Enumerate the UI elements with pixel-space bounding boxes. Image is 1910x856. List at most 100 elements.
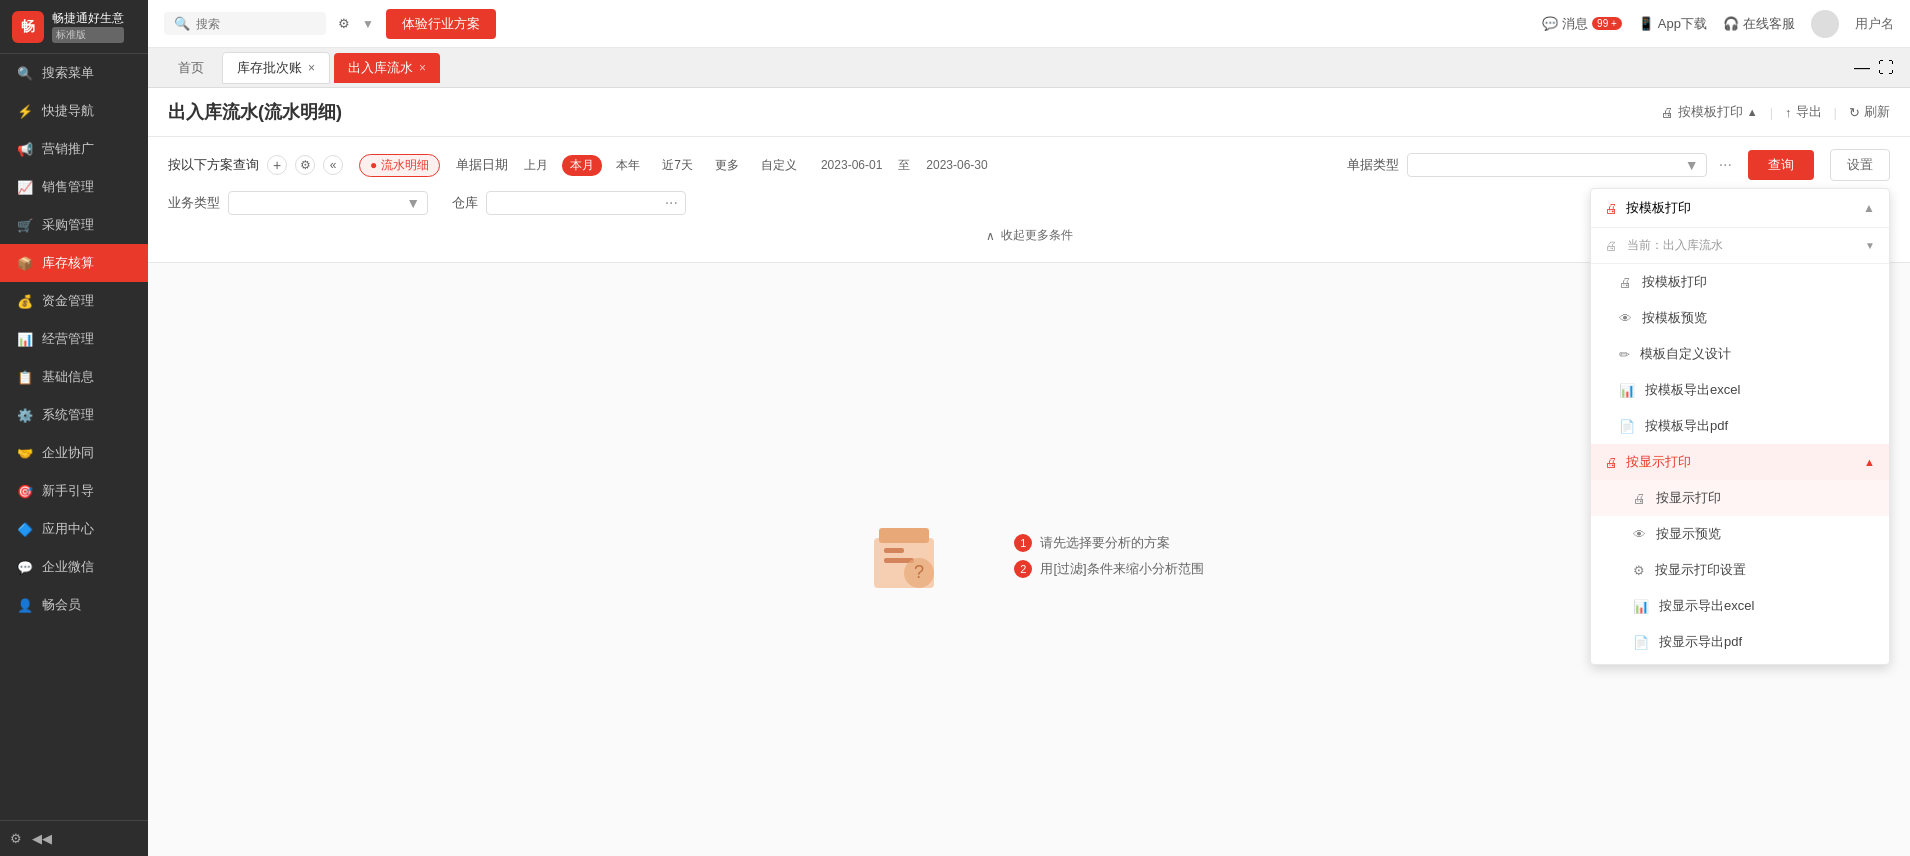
date-tab-this-year[interactable]: 本年 [608,155,648,176]
main-content: 🔍 ⚙ ▼ 体验行业方案 💬 消息 99 + 📱 App下载 🎧 在线客服 用户… [148,0,1910,856]
date-range-start: 2023-06-01 [821,158,882,172]
print-template-btn[interactable]: 🖨 按模板打印 ▲ [1661,103,1758,121]
empty-icon: ? [854,508,954,611]
gear-icon: ⚙️ [16,406,34,424]
sidebar-item-member[interactable]: 👤 畅会员 [0,586,148,624]
date-label: 单据日期 [456,156,508,174]
dropdown-section-display-print[interactable]: 🖨 按显示打印 ▲ [1591,444,1889,480]
topbar-dropdown-icon[interactable]: ▼ [362,17,374,31]
business-type-dropdown-icon[interactable]: ▼ [406,195,420,211]
doc-type-label: 单据类型 [1347,156,1399,174]
page-title: 出入库流水(流水明细) [168,100,342,124]
target-icon: 🎯 [16,482,34,500]
pdf-icon-1: 📄 [1619,419,1635,434]
filter-settings-action-btn[interactable]: 设置 [1830,149,1890,181]
doc-type-input[interactable] [1407,153,1707,177]
dropdown-item-template-preview[interactable]: 👁 按模板预览 [1591,300,1889,336]
tab-batch-account[interactable]: 库存批次账 × [222,52,330,84]
dropdown-close-arrow[interactable]: ▲ [1863,201,1875,215]
export-btn[interactable]: ↑ 导出 [1785,103,1822,121]
sidebar-item-system[interactable]: ⚙️ 系统管理 [0,396,148,434]
filter-collapse-btn[interactable]: « [323,155,343,175]
refresh-btn[interactable]: ↻ 刷新 [1849,103,1890,121]
dropdown-item-template-excel[interactable]: 📊 按模板导出excel [1591,372,1889,408]
filter-settings-btn[interactable]: ⚙ [295,155,315,175]
date-tab-this-month[interactable]: 本月 [562,155,602,176]
online-service-btn[interactable]: 🎧 在线客服 [1723,15,1795,33]
doc-type-more-icon[interactable]: ··· [1719,156,1732,174]
empty-step-1: 1 请先选择要分析的方案 [1014,534,1203,552]
minimize-window-btn[interactable]: — [1854,59,1870,77]
preview-icon-2: 👁 [1633,527,1646,542]
dropdown-item-template-pdf[interactable]: 📄 按模板导出pdf [1591,408,1889,444]
topbar-right: 💬 消息 99 + 📱 App下载 🎧 在线客服 用户名 [1542,10,1894,38]
sidebar-item-guide[interactable]: 🎯 新手引导 [0,472,148,510]
page-actions: 🖨 按模板打印 ▲ | ↑ 导出 | ↻ 刷新 [1661,103,1890,121]
sidebar-item-basic[interactable]: 📋 基础信息 [0,358,148,396]
date-tab-custom[interactable]: 自定义 [753,155,805,176]
filter-row-1: 按以下方案查询 + ⚙ « ● 流水明细 单据日期 上月 本月 本年 [168,149,1890,181]
messages-btn[interactable]: 💬 消息 99 + [1542,15,1622,33]
money-icon: 💰 [16,292,34,310]
collapse-icon[interactable]: ◀◀ [32,831,52,846]
dropdown-item-display-excel[interactable]: 📊 按显示导出excel [1591,588,1889,624]
date-tab-7days[interactable]: 近7天 [654,155,701,176]
sidebar-item-purchase[interactable]: 🛒 采购管理 [0,206,148,244]
tab-home[interactable]: 首页 [164,53,218,83]
date-filter-field: 单据日期 上月 本月 本年 近7天 更多 自定义 2023-06-01 至 20… [456,155,987,176]
app-download-btn[interactable]: 📱 App下载 [1638,15,1707,33]
tab-inout-flow[interactable]: 出入库流水 × [334,53,440,83]
chart-icon: 📈 [16,178,34,196]
sidebar-item-sales[interactable]: 📈 销售管理 [0,168,148,206]
handshake-icon: 🤝 [16,444,34,462]
user-avatar[interactable] [1811,10,1839,38]
settings-bottom-icon[interactable]: ⚙ [10,831,22,846]
dropdown-item-display-pdf[interactable]: 📄 按显示导出pdf [1591,624,1889,660]
warehouse-more-icon[interactable]: ··· [665,194,678,212]
pdf-icon-2: 📄 [1633,635,1649,650]
dropdown-item-display-print[interactable]: 🖨 按显示打印 [1591,480,1889,516]
excel-icon-2: 📊 [1633,599,1649,614]
close-tab-inout[interactable]: × [419,61,426,75]
diamond-icon: 🔷 [16,520,34,538]
tab-bar: 首页 库存批次账 × 出入库流水 × — ⛶ [148,48,1910,88]
topbar-settings-icon[interactable]: ⚙ [338,16,350,31]
industry-btn[interactable]: 体验行业方案 [386,9,496,39]
sidebar-item-quick-nav[interactable]: ⚡ 快捷导航 [0,92,148,130]
print-dropdown-panel: 🖨 按模板打印 ▲ 🖨 当前：出入库流水 ▼ 🖨 按模板打印 👁 [1590,188,1890,665]
sidebar-item-finance[interactable]: 💰 资金管理 [0,282,148,320]
sidebar-item-wechat[interactable]: 💬 企业微信 [0,548,148,586]
dropdown-item-display-preview[interactable]: 👁 按显示预览 [1591,516,1889,552]
refresh-icon: ↻ [1849,105,1860,120]
sidebar-item-search[interactable]: 🔍 搜索菜单 [0,54,148,92]
warehouse-input[interactable] [486,191,686,215]
current-arrow: ▼ [1865,240,1875,251]
dropdown-item-template-print[interactable]: 🖨 按模板打印 [1591,264,1889,300]
dropdown-item-display-settings[interactable]: ⚙ 按显示打印设置 [1591,552,1889,588]
query-btn[interactable]: 查询 [1748,150,1814,180]
chat-icon: 💬 [16,558,34,576]
date-tab-last-month[interactable]: 上月 [516,155,556,176]
dropdown-item-template-custom[interactable]: ✏ 模板自定义设计 [1591,336,1889,372]
chevron-up-collapse-icon: ∧ [986,229,995,243]
doc-type-dropdown-icon[interactable]: ▼ [1685,157,1699,173]
sidebar-item-marketing[interactable]: 📢 营销推广 [0,130,148,168]
add-filter-btn[interactable]: + [267,155,287,175]
sidebar-item-cooperation[interactable]: 🤝 企业协同 [0,434,148,472]
close-tab-batch[interactable]: × [308,61,315,75]
sidebar-item-inventory[interactable]: 📦 库存核算 [0,244,148,282]
search-input[interactable] [196,17,316,31]
search-icon-top: 🔍 [174,16,190,31]
search-box[interactable]: 🔍 [164,12,326,35]
sidebar-item-apps[interactable]: 🔷 应用中心 [0,510,148,548]
warehouse-label: 仓库 [452,194,478,212]
sidebar-nav: 🔍 搜索菜单 ⚡ 快捷导航 📢 营销推广 📈 销售管理 🛒 采购管理 📦 库存核… [0,54,148,820]
business-type-input[interactable] [228,191,428,215]
maximize-window-btn[interactable]: ⛶ [1878,59,1894,77]
preview-icon-1: 👁 [1619,311,1632,326]
export-icon: ↑ [1785,105,1792,120]
sidebar: 畅 畅捷通好生意 标准版 🔍 搜索菜单 ⚡ 快捷导航 📢 营销推广 📈 销售管理… [0,0,148,856]
filter-tag-shuimingxi[interactable]: ● 流水明细 [359,154,440,177]
date-tab-more[interactable]: 更多 [707,155,747,176]
sidebar-item-operation[interactable]: 📊 经营管理 [0,320,148,358]
